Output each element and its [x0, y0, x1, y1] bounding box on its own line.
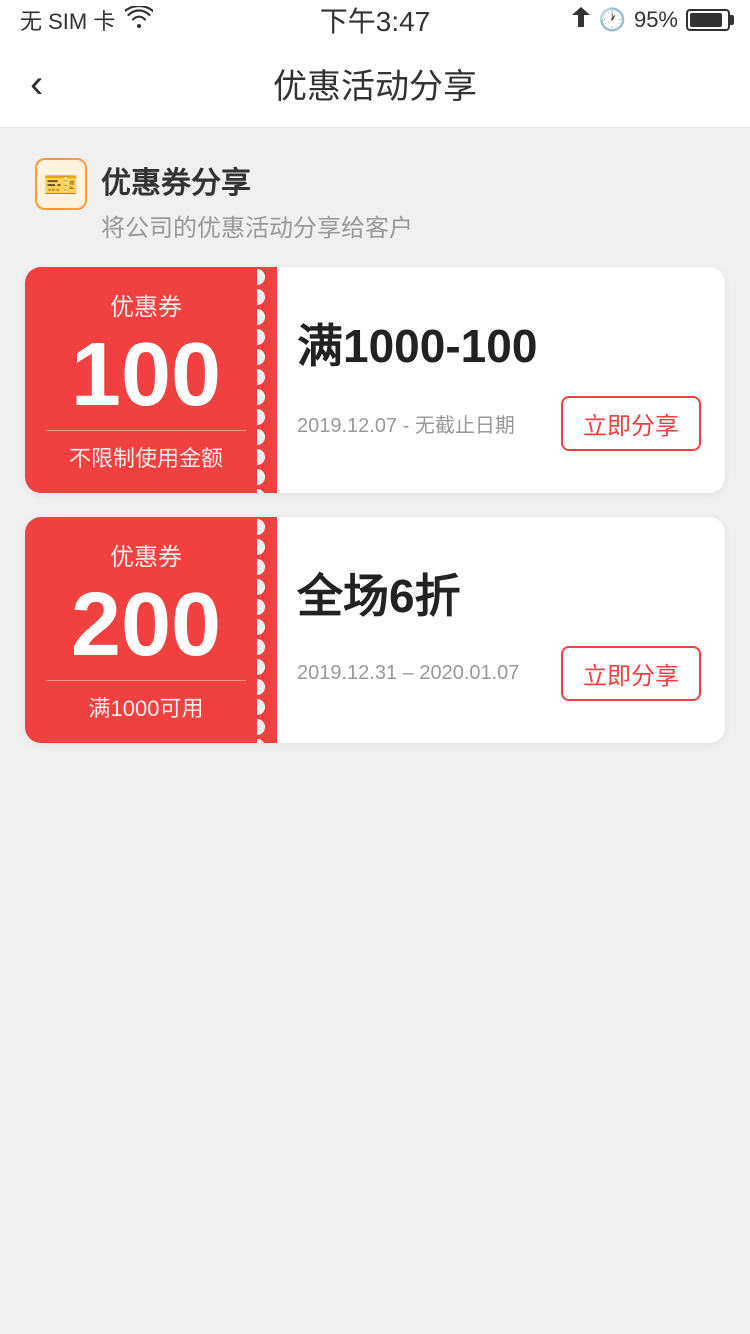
section-header: 🎫 优惠券分享 将公司的优惠活动分享给客户	[25, 158, 725, 243]
section-icon: 🎫	[35, 158, 87, 210]
coupon-date: 2019.12.07 - 无截止日期	[297, 409, 515, 438]
status-bar: 无 SIM 卡 下午3:47 🕐 95%	[0, 0, 750, 40]
carrier-label: 无 SIM 卡	[20, 4, 115, 36]
coupon-bottom: 2019.12.07 - 无截止日期 立即分享	[297, 396, 701, 451]
back-button[interactable]: ‹	[30, 64, 43, 104]
section-subtitle: 将公司的优惠活动分享给客户	[101, 208, 413, 243]
wifi-icon	[125, 6, 153, 34]
coupon-card: 优惠券 100 不限制使用金额 满1000-100 2019.12.07 - 无…	[25, 267, 725, 493]
coupon-amount: 200	[71, 580, 221, 670]
coupon-condition: 满1000可用	[89, 691, 204, 723]
content-area: 🎫 优惠券分享 将公司的优惠活动分享给客户 优惠券 100 不限制使用金额 满1…	[0, 128, 750, 797]
coupon-left: 优惠券 100 不限制使用金额	[25, 267, 267, 493]
status-right: 🕐 95%	[571, 6, 730, 34]
status-left: 无 SIM 卡	[20, 4, 153, 36]
coupon-right: 全场6折 2019.12.31 – 2020.01.07 立即分享	[267, 517, 725, 743]
coupon-date: 2019.12.31 – 2020.01.07	[297, 662, 519, 685]
coupon-icon: 🎫	[35, 158, 87, 210]
coupon-card: 优惠券 200 满1000可用 全场6折 2019.12.31 – 2020.0…	[25, 517, 725, 743]
coupon-left: 优惠券 200 满1000可用	[25, 517, 267, 743]
coupon-amount: 100	[71, 330, 221, 420]
coupon-name: 满1000-100	[297, 310, 701, 376]
section-text: 优惠券分享 将公司的优惠活动分享给客户	[101, 158, 413, 243]
coupon-condition: 不限制使用金额	[69, 441, 223, 473]
coupon-name: 全场6折	[297, 560, 701, 626]
nav-bar: ‹ 优惠活动分享	[0, 40, 750, 128]
coupon-type-label: 优惠券	[110, 287, 182, 322]
share-button[interactable]: 立即分享	[561, 646, 701, 701]
battery-icon	[686, 9, 730, 31]
coupon-right: 满1000-100 2019.12.07 - 无截止日期 立即分享	[267, 267, 725, 493]
location-icon	[571, 6, 591, 34]
section-title: 优惠券分享	[101, 158, 413, 202]
share-button[interactable]: 立即分享	[561, 396, 701, 451]
coupon-divider	[46, 430, 246, 431]
coupon-bottom: 2019.12.31 – 2020.01.07 立即分享	[297, 646, 701, 701]
coupon-type-label: 优惠券	[110, 537, 182, 572]
coupon-divider	[46, 680, 246, 681]
status-time: 下午3:47	[320, 0, 431, 40]
alarm-icon: 🕐	[599, 7, 626, 33]
nav-title: 优惠活动分享	[273, 59, 477, 108]
coupon-list: 优惠券 100 不限制使用金额 满1000-100 2019.12.07 - 无…	[25, 267, 725, 743]
battery-percent: 95%	[634, 7, 678, 33]
